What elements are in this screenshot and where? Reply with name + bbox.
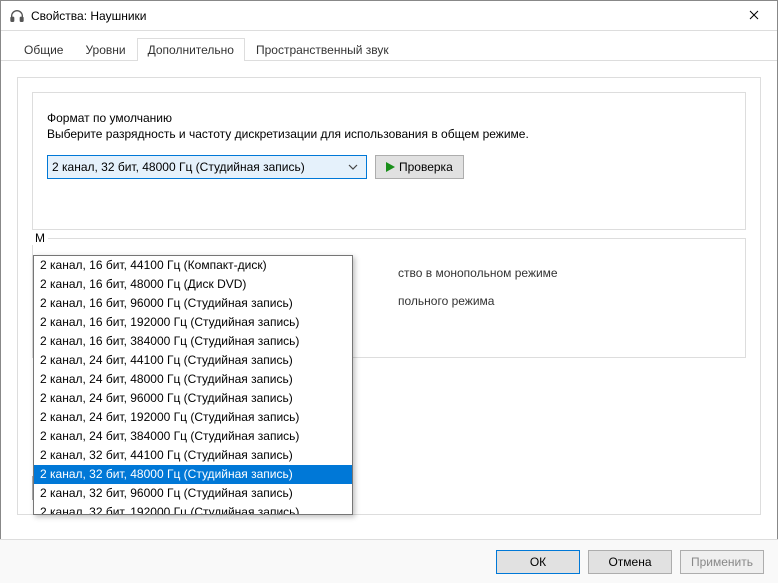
play-icon	[386, 162, 395, 172]
close-icon	[749, 7, 759, 25]
exclusive-line-1: ство в монопольном режиме	[398, 263, 558, 285]
group-default-format: Формат по умолчанию Выберите разрядность…	[32, 92, 746, 238]
chevron-down-icon	[344, 162, 362, 172]
tab-strip: Общие Уровни Дополнительно Пространствен…	[1, 31, 777, 61]
titlebar: Свойства: Наушники	[1, 1, 777, 31]
format-option[interactable]: 2 канал, 24 бит, 384000 Гц (Студийная за…	[34, 427, 352, 446]
combo-selected-text: 2 канал, 32 бит, 48000 Гц (Студийная зап…	[52, 160, 344, 174]
format-option[interactable]: 2 канал, 32 бит, 48000 Гц (Студийная зап…	[34, 465, 352, 484]
format-option[interactable]: 2 канал, 32 бит, 96000 Гц (Студийная зап…	[34, 484, 352, 503]
ok-button[interactable]: ОК	[496, 550, 580, 574]
format-description: Выберите разрядность и частоту дискретиз…	[47, 125, 731, 143]
hidden-group-letter: М	[32, 231, 48, 245]
tab-general[interactable]: Общие	[13, 38, 74, 61]
tab-label: Общие	[24, 43, 63, 57]
tab-levels[interactable]: Уровни	[74, 38, 136, 61]
format-option[interactable]: 2 канал, 16 бит, 44100 Гц (Компакт-диск)	[34, 256, 352, 275]
format-option[interactable]: 2 канал, 24 бит, 44100 Гц (Студийная зап…	[34, 351, 352, 370]
format-option[interactable]: 2 канал, 32 бит, 44100 Гц (Студийная зап…	[34, 446, 352, 465]
window-title: Свойства: Наушники	[31, 9, 731, 23]
dialog-button-bar: ОК Отмена Применить	[0, 539, 778, 583]
group-legend: Формат по умолчанию	[47, 111, 172, 125]
format-option[interactable]: 2 канал, 16 бит, 192000 Гц (Студийная за…	[34, 313, 352, 332]
cancel-button[interactable]: Отмена	[588, 550, 672, 574]
tab-spatial[interactable]: Пространственный звук	[245, 38, 400, 61]
format-dropdown-list[interactable]: 2 канал, 16 бит, 44100 Гц (Компакт-диск)…	[33, 255, 353, 515]
format-option[interactable]: 2 канал, 32 бит, 192000 Гц (Студийная за…	[34, 503, 352, 515]
format-option[interactable]: 2 канал, 16 бит, 384000 Гц (Студийная за…	[34, 332, 352, 351]
format-option[interactable]: 2 канал, 16 бит, 96000 Гц (Студийная зап…	[34, 294, 352, 313]
format-option[interactable]: 2 канал, 16 бит, 48000 Гц (Диск DVD)	[34, 275, 352, 294]
tab-label: Пространственный звук	[256, 43, 389, 57]
format-combobox[interactable]: 2 канал, 32 бит, 48000 Гц (Студийная зап…	[47, 155, 367, 179]
apply-button[interactable]: Применить	[680, 550, 764, 574]
tab-advanced[interactable]: Дополнительно	[137, 38, 245, 61]
test-button-label: Проверка	[399, 160, 453, 174]
headphones-icon	[9, 8, 25, 24]
apply-label: Применить	[691, 555, 753, 569]
cancel-label: Отмена	[608, 555, 651, 569]
tab-content: Формат по умолчанию Выберите разрядность…	[1, 61, 777, 515]
format-option[interactable]: 2 канал, 24 бит, 48000 Гц (Студийная зап…	[34, 370, 352, 389]
close-button[interactable]	[731, 1, 777, 31]
exclusive-line-2: польного режима	[398, 291, 494, 313]
format-option[interactable]: 2 канал, 24 бит, 96000 Гц (Студийная зап…	[34, 389, 352, 408]
test-button[interactable]: Проверка	[375, 155, 464, 179]
format-option[interactable]: 2 канал, 24 бит, 192000 Гц (Студийная за…	[34, 408, 352, 427]
tab-label: Дополнительно	[148, 43, 234, 57]
ok-label: ОК	[530, 555, 546, 569]
tab-label: Уровни	[85, 43, 125, 57]
